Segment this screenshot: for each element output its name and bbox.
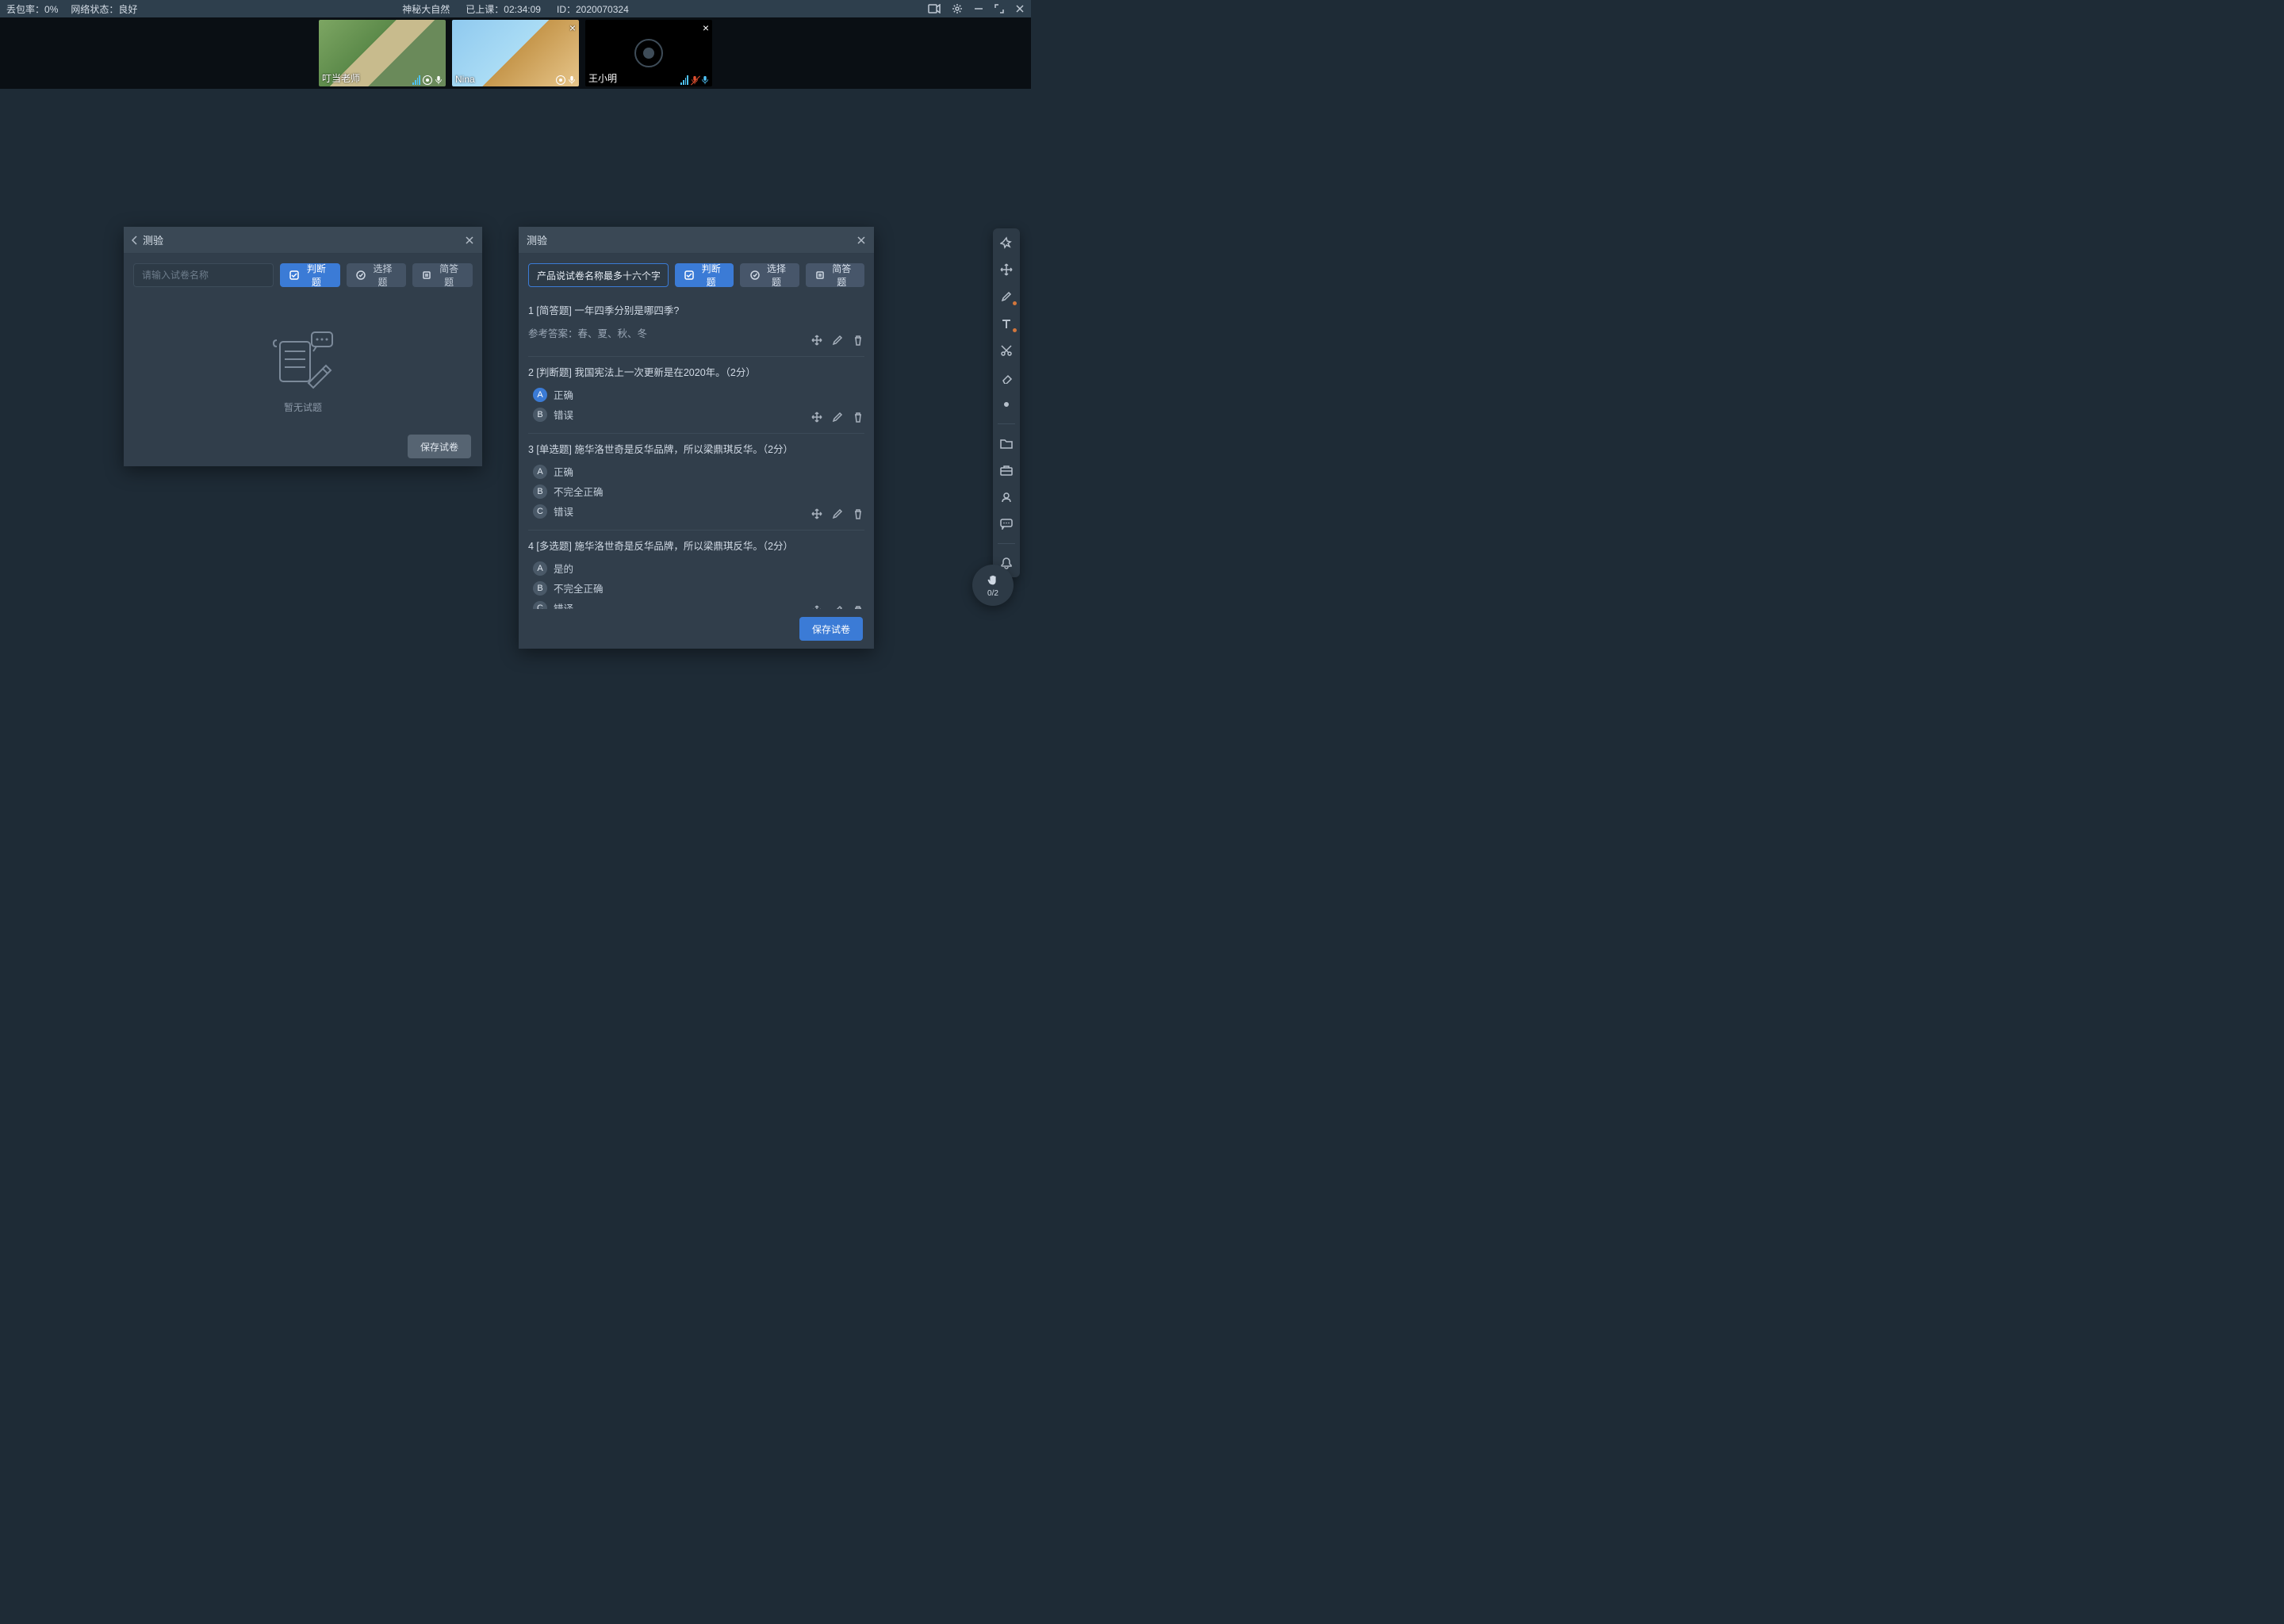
add-choice-button[interactable]: 选择题 <box>740 263 799 287</box>
user-icon[interactable] <box>998 489 1014 505</box>
panel-title: 测验 <box>143 232 163 247</box>
question-title: 3 [单选题] 施华洛世奇是反华品牌，所以梁鼎琪反华。（2分） <box>528 442 864 458</box>
badge-icon <box>556 75 565 85</box>
network-status: 网络状态：良好 <box>71 2 137 16</box>
mic-icon <box>435 75 443 85</box>
panel-header: 测验 <box>124 227 482 254</box>
toolbox-icon[interactable] <box>998 462 1014 478</box>
chat-icon[interactable] <box>998 516 1014 532</box>
cursor-tool-icon[interactable] <box>998 235 1014 251</box>
edit-icon[interactable] <box>831 334 844 347</box>
question-option[interactable]: A正确 <box>533 464 864 479</box>
empty-illustration-icon <box>267 327 339 391</box>
minimize-icon[interactable] <box>974 4 983 13</box>
mic-muted-icon <box>691 75 699 85</box>
panel-title: 测验 <box>527 232 547 247</box>
quiz-name-input[interactable] <box>133 263 274 287</box>
delete-icon[interactable] <box>852 411 864 423</box>
mic-icon <box>568 75 576 85</box>
video-tile-student[interactable]: × 王小明 <box>585 20 712 86</box>
question-title: 4 [多选题] 施华洛世奇是反华品牌，所以梁鼎琪反华。（2分） <box>528 538 864 554</box>
close-icon[interactable] <box>465 236 474 245</box>
raise-hand-badge[interactable]: 0/2 <box>972 565 1014 606</box>
video-tile-nina[interactable]: × Nina <box>452 20 579 86</box>
video-name-label: Nina <box>455 74 475 85</box>
empty-state: 暂无试题 <box>133 295 473 427</box>
question-item: 4 [多选题] 施华洛世奇是反华品牌，所以梁鼎琪反华。（2分） A是的 B不完全… <box>528 530 864 609</box>
add-short-answer-button[interactable]: 简答题 <box>412 263 473 287</box>
elapsed-time: 已上课：02:34:09 <box>466 2 541 16</box>
move-icon[interactable] <box>811 411 823 423</box>
delete-icon[interactable] <box>852 334 864 347</box>
camera-off-icon <box>634 39 663 67</box>
question-item: 2 [判断题] 我国宪法上一次更新是在2020年。（2分） A正确 B错误 <box>528 357 864 434</box>
eraser-tool-icon[interactable] <box>998 370 1014 385</box>
mic-icon <box>701 75 709 85</box>
move-icon[interactable] <box>811 508 823 520</box>
question-item: 3 [单选题] 施华洛世奇是反华品牌，所以梁鼎琪反华。（2分） A正确 B不完全… <box>528 434 864 530</box>
question-option[interactable]: A正确 <box>533 387 864 402</box>
question-item: 1 [简答题] 一年四季分别是哪四季? 参考答案：春、夏、秋、冬 <box>528 295 864 357</box>
packet-loss: 丢包率：0% <box>6 2 58 16</box>
signal-icon <box>680 75 688 85</box>
class-name: 神秘大自然 <box>402 2 450 16</box>
close-icon[interactable]: × <box>703 21 709 34</box>
edit-icon[interactable] <box>831 604 844 609</box>
save-quiz-button[interactable]: 保存试卷 <box>408 435 471 458</box>
signal-icon <box>412 75 420 85</box>
save-quiz-button[interactable]: 保存试卷 <box>799 617 863 641</box>
edit-icon[interactable] <box>831 508 844 520</box>
close-window-icon[interactable] <box>1015 4 1025 13</box>
camera-toggle-icon[interactable] <box>928 4 941 13</box>
delete-icon[interactable] <box>852 604 864 609</box>
panel-header: 测验 <box>519 227 874 254</box>
video-strip: 叮当老师 × Nina × 王小明 <box>0 17 1031 89</box>
status-bar: 丢包率：0% 网络状态：良好 神秘大自然 已上课：02:34:09 ID：202… <box>0 0 1031 17</box>
session-id: ID：2020070324 <box>557 2 629 16</box>
question-title: 1 [简答题] 一年四季分别是哪四季? <box>528 303 864 319</box>
hand-icon <box>986 573 1000 588</box>
move-icon[interactable] <box>811 334 823 347</box>
add-short-answer-button[interactable]: 简答题 <box>806 263 864 287</box>
back-icon[interactable] <box>132 236 138 245</box>
maximize-icon[interactable] <box>994 4 1004 13</box>
pen-tool-icon[interactable] <box>998 289 1014 304</box>
delete-icon[interactable] <box>852 508 864 520</box>
right-toolbar <box>993 228 1020 577</box>
question-option[interactable]: B不完全正确 <box>533 484 864 499</box>
hand-count: 0/2 <box>987 589 998 598</box>
close-icon[interactable]: × <box>569 21 576 34</box>
text-tool-icon[interactable] <box>998 316 1014 331</box>
video-name-label: 王小明 <box>588 71 617 85</box>
empty-text: 暂无试题 <box>284 400 322 414</box>
add-judge-button[interactable]: 判断题 <box>675 263 734 287</box>
add-judge-button[interactable]: 判断题 <box>280 263 340 287</box>
badge-icon <box>423 75 432 85</box>
quiz-panel-empty: 测验 判断题 选择题 简答题 <box>124 227 482 466</box>
quiz-panel-filled: 测验 判断题 选择题 简答题 1 [简答题] 一年四季分别是哪四季? 参考答案：… <box>519 227 874 649</box>
move-tool-icon[interactable] <box>998 262 1014 278</box>
question-option[interactable]: B不完全正确 <box>533 580 864 596</box>
scissors-tool-icon[interactable] <box>998 343 1014 358</box>
question-option[interactable]: A是的 <box>533 561 864 576</box>
video-tile-teacher[interactable]: 叮当老师 <box>319 20 446 86</box>
add-choice-button[interactable]: 选择题 <box>347 263 407 287</box>
close-icon[interactable] <box>856 236 866 245</box>
folder-icon[interactable] <box>998 435 1014 451</box>
quiz-name-input[interactable] <box>528 263 669 287</box>
settings-icon[interactable] <box>952 3 963 14</box>
video-name-label: 叮当老师 <box>322 71 360 85</box>
question-title: 2 [判断题] 我国宪法上一次更新是在2020年。（2分） <box>528 365 864 381</box>
brightness-tool-icon[interactable] <box>998 396 1014 412</box>
move-icon[interactable] <box>811 604 823 609</box>
edit-icon[interactable] <box>831 411 844 423</box>
